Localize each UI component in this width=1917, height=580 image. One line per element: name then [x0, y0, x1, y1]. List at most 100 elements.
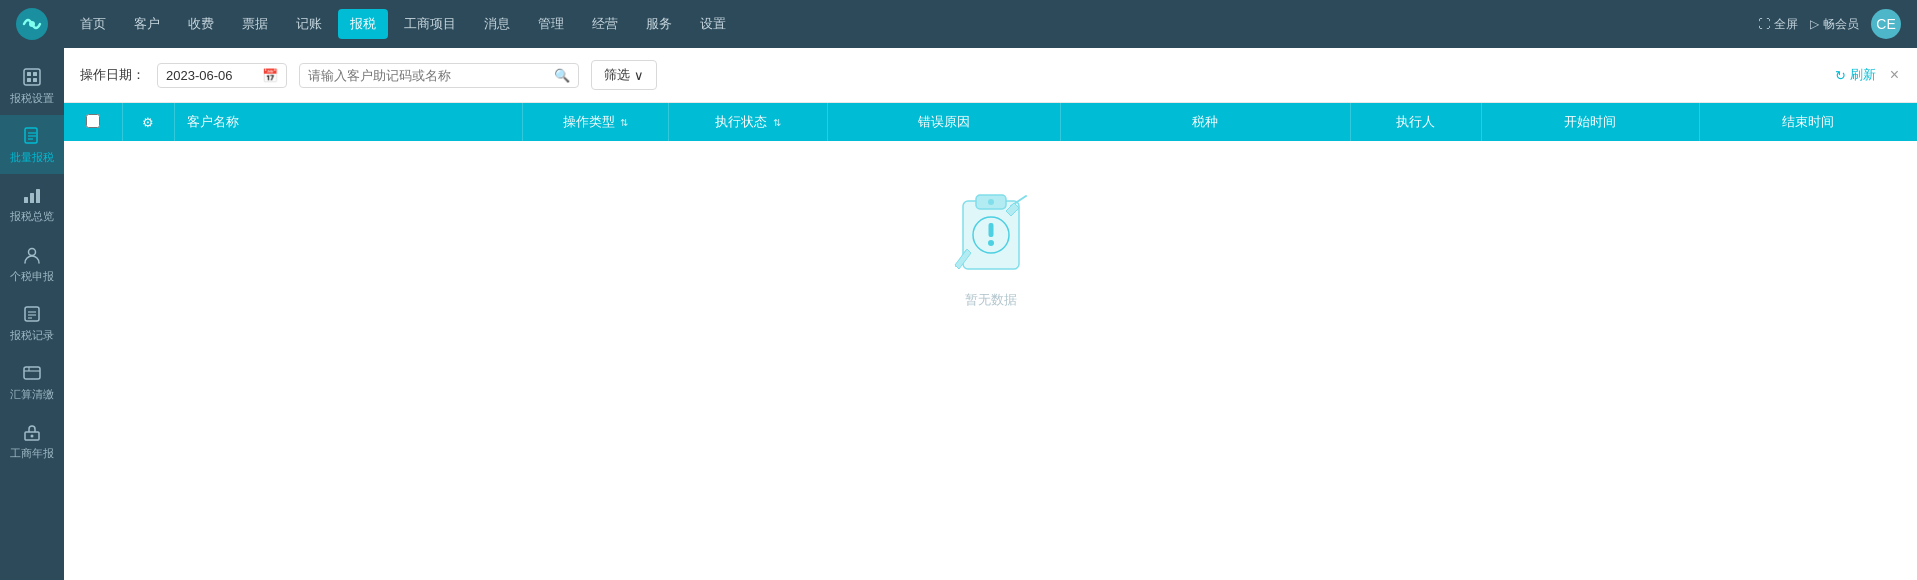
svg-rect-12 [30, 193, 34, 203]
sidebar-label-tax-records: 报税记录 [10, 329, 54, 342]
refresh-button[interactable]: ↻ 刷新 [1835, 66, 1876, 84]
status-sort-icon: ⇅ [773, 117, 781, 128]
data-table: ⚙ 客户名称 操作类型 ⇅ 执行状态 ⇅ 错误原因 税种 执行 [64, 103, 1917, 349]
nav-tax[interactable]: 报税 [338, 9, 388, 39]
sidebar-label-batch-tax: 批量报税 [10, 151, 54, 164]
member-label: 畅会员 [1823, 16, 1859, 33]
fullscreen-icon: ⛶ [1758, 17, 1770, 31]
sidebar-label-settlement: 汇算清缴 [10, 388, 54, 401]
search-box[interactable]: 🔍 [299, 63, 579, 88]
search-icon: 🔍 [554, 68, 570, 83]
table-container: ⚙ 客户名称 操作类型 ⇅ 执行状态 ⇅ 错误原因 税种 执行 [64, 103, 1917, 580]
select-all-checkbox[interactable] [86, 114, 100, 128]
sidebar-item-batch-tax[interactable]: 批量报税 [0, 115, 64, 174]
sidebar-item-tax-records[interactable]: 报税记录 [0, 293, 64, 352]
empty-state: 暂无数据 [64, 141, 1917, 349]
calendar-icon: 📅 [262, 68, 278, 83]
svg-rect-2 [24, 69, 40, 85]
svg-point-23 [31, 435, 34, 438]
tax-records-icon [21, 303, 43, 325]
svg-rect-11 [24, 197, 28, 203]
nav-bookkeeping[interactable]: 记账 [284, 9, 334, 39]
nav-billing[interactable]: 收费 [176, 9, 226, 39]
op-type-sort-icon: ⇅ [620, 117, 628, 128]
empty-state-icon [941, 181, 1041, 281]
th-start-time: 开始时间 [1481, 103, 1699, 141]
nav-messages[interactable]: 消息 [472, 9, 522, 39]
svg-rect-3 [27, 72, 31, 76]
op-type-label: 操作类型 [563, 114, 615, 129]
search-input[interactable] [308, 68, 548, 83]
date-picker[interactable]: 📅 [157, 63, 287, 88]
status-label: 执行状态 [715, 114, 767, 129]
sidebar-item-tax-overview[interactable]: 报税总览 [0, 174, 64, 233]
empty-state-row: 暂无数据 [64, 141, 1917, 349]
filter-button[interactable]: 筛选 ∨ [591, 60, 657, 90]
svg-rect-28 [988, 223, 993, 237]
th-op-type[interactable]: 操作类型 ⇅ [523, 103, 668, 141]
nav-manage[interactable]: 管理 [526, 9, 576, 39]
top-nav: 首页 客户 收费 票据 记账 报税 工商项目 消息 管理 经营 服务 设置 ⛶ … [0, 0, 1917, 48]
table-header-row: ⚙ 客户名称 操作类型 ⇅ 执行状态 ⇅ 错误原因 税种 执行 [64, 103, 1917, 141]
sidebar-item-tax-settings[interactable]: 报税设置 [0, 56, 64, 115]
date-label: 操作日期： [80, 66, 145, 84]
nav-operation[interactable]: 经营 [580, 9, 630, 39]
th-tax-type: 税种 [1060, 103, 1350, 141]
tax-settings-icon [21, 66, 43, 88]
content-area: 操作日期： 📅 🔍 筛选 ∨ ↻ 刷新 × [64, 48, 1917, 580]
nav-customer[interactable]: 客户 [122, 9, 172, 39]
svg-point-14 [29, 248, 36, 255]
svg-point-1 [29, 21, 35, 27]
sidebar-label-tax-overview: 报税总览 [10, 210, 54, 223]
th-checkbox[interactable] [64, 103, 122, 141]
sidebar-label-personal-tax: 个税申报 [10, 270, 54, 283]
avatar[interactable]: CE [1871, 9, 1901, 39]
th-status[interactable]: 执行状态 ⇅ [668, 103, 828, 141]
fullscreen-button[interactable]: ⛶ 全屏 [1758, 16, 1798, 33]
nav-invoice[interactable]: 票据 [230, 9, 280, 39]
date-input[interactable] [166, 68, 256, 83]
nav-settings[interactable]: 设置 [688, 9, 738, 39]
svg-rect-4 [33, 72, 37, 76]
th-end-time: 结束时间 [1699, 103, 1917, 141]
sidebar-label-annual-report: 工商年报 [10, 447, 54, 460]
tax-overview-icon [21, 184, 43, 206]
play-icon: ▷ [1810, 17, 1819, 31]
th-error: 错误原因 [828, 103, 1060, 141]
refresh-icon: ↻ [1835, 68, 1846, 83]
filter-label: 筛选 [604, 66, 630, 84]
sidebar-label-tax-settings: 报税设置 [10, 92, 54, 105]
close-button[interactable]: × [1888, 64, 1901, 86]
top-nav-right: ⛶ 全屏 ▷ 畅会员 CE [1758, 9, 1901, 39]
member-button[interactable]: ▷ 畅会员 [1810, 16, 1859, 33]
svg-rect-5 [27, 78, 31, 82]
chevron-down-icon: ∨ [634, 68, 644, 83]
nav-service[interactable]: 服务 [634, 9, 684, 39]
nav-business[interactable]: 工商项目 [392, 9, 468, 39]
empty-text: 暂无数据 [965, 291, 1017, 309]
personal-tax-icon [21, 244, 43, 266]
sidebar-item-settlement[interactable]: 汇算清缴 [0, 352, 64, 411]
svg-point-29 [988, 240, 994, 246]
annual-report-icon [21, 421, 43, 443]
nav-home[interactable]: 首页 [68, 9, 118, 39]
sidebar-item-personal-tax[interactable]: 个税申报 [0, 234, 64, 293]
svg-rect-19 [24, 367, 40, 379]
table-body: 暂无数据 [64, 141, 1917, 349]
main-layout: 报税设置 批量报税 报税总览 [0, 48, 1917, 580]
svg-point-26 [988, 199, 994, 205]
th-customer-name: 客户名称 [174, 103, 523, 141]
settings-icon: ⚙ [142, 115, 154, 130]
svg-rect-6 [33, 78, 37, 82]
sidebar-item-annual-report[interactable]: 工商年报 [0, 411, 64, 470]
toolbar: 操作日期： 📅 🔍 筛选 ∨ ↻ 刷新 × [64, 48, 1917, 103]
th-settings[interactable]: ⚙ [122, 103, 174, 141]
app-logo[interactable] [16, 8, 48, 40]
svg-rect-13 [36, 189, 40, 203]
sidebar: 报税设置 批量报税 报税总览 [0, 48, 64, 580]
nav-items: 首页 客户 收费 票据 记账 报税 工商项目 消息 管理 经营 服务 设置 [68, 9, 1758, 39]
refresh-label: 刷新 [1850, 66, 1876, 84]
settlement-icon [21, 362, 43, 384]
th-executor: 执行人 [1351, 103, 1482, 141]
fullscreen-label: 全屏 [1774, 16, 1798, 33]
